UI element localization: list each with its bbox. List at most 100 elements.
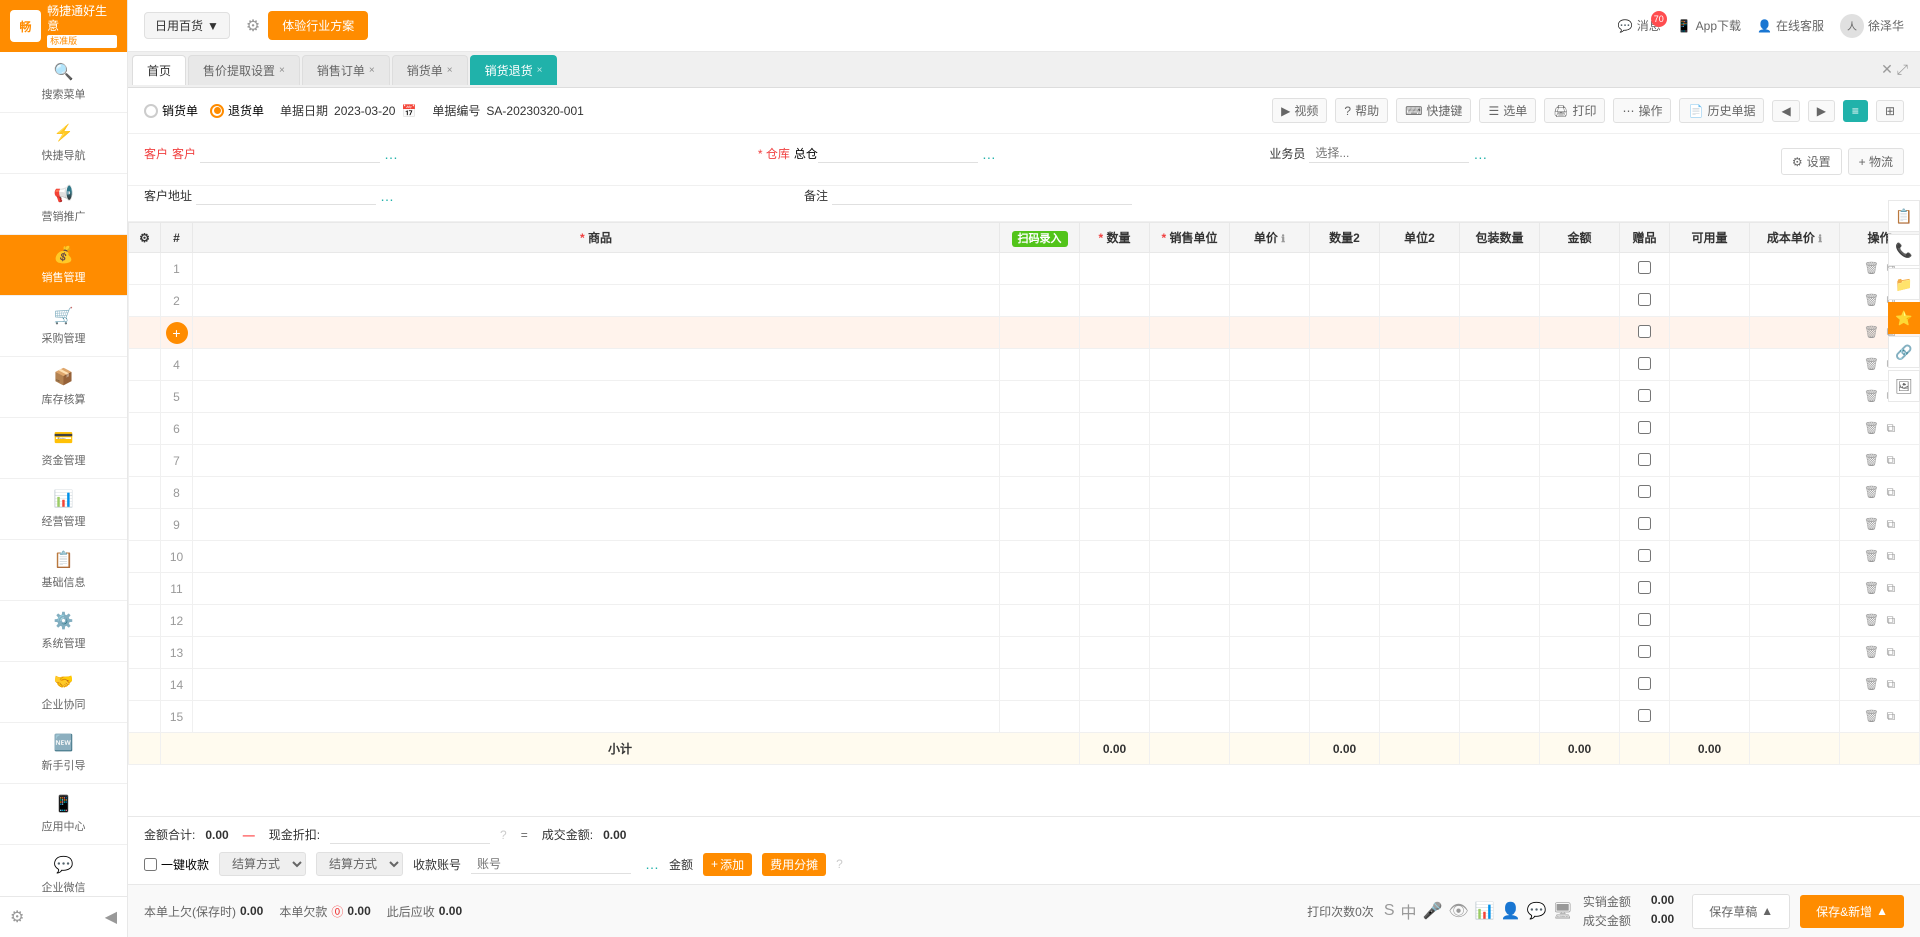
row-unit-8[interactable]	[1150, 477, 1230, 509]
row-pack-9[interactable]	[1460, 509, 1540, 541]
row-pack-11[interactable]	[1460, 573, 1540, 605]
row-avail-8[interactable]	[1670, 477, 1750, 509]
sidebar-item-guide[interactable]: 🆕新手引导	[0, 723, 127, 784]
calendar-icon[interactable]: 📅	[401, 104, 416, 118]
float-btn-6[interactable]: 🖼	[1888, 370, 1920, 402]
row-unit-1[interactable]	[1150, 253, 1230, 285]
float-btn-5[interactable]: 🔗	[1888, 336, 1920, 368]
row-qty-12[interactable]	[1080, 605, 1150, 637]
row-qty2-11[interactable]	[1310, 573, 1380, 605]
row-unit-5[interactable]	[1150, 381, 1230, 413]
row-goods-3[interactable]	[193, 317, 1000, 349]
one-click-payment-checkbox[interactable]	[144, 858, 157, 871]
gift-checkbox-5[interactable]	[1638, 389, 1651, 402]
row-pack-10[interactable]	[1460, 541, 1540, 573]
float-btn-3[interactable]: 📁	[1888, 268, 1920, 300]
customer-input[interactable]	[200, 144, 380, 163]
row-goods-10[interactable]	[193, 541, 1000, 573]
row-gift-13[interactable]	[1620, 637, 1670, 669]
tab-sales-return[interactable]: 销货退货×	[470, 55, 558, 85]
row-goods-7[interactable]	[193, 445, 1000, 477]
row-price-7[interactable]	[1230, 445, 1310, 477]
row-amount-11[interactable]	[1540, 573, 1620, 605]
row-qty2-4[interactable]	[1310, 349, 1380, 381]
row-price-2[interactable]	[1230, 285, 1310, 317]
address-more-btn[interactable]: …	[380, 188, 394, 204]
row-gift-14[interactable]	[1620, 669, 1670, 701]
row-unit2-3[interactable]	[1380, 317, 1460, 349]
row-unit2-12[interactable]	[1380, 605, 1460, 637]
row-gift-11[interactable]	[1620, 573, 1670, 605]
cost-info-icon[interactable]: ℹ	[1818, 234, 1822, 245]
delete-icon-14[interactable]: 🗑	[1864, 677, 1879, 691]
save-new-button[interactable]: 保存&新增 ▲	[1800, 895, 1904, 928]
row-avail-12[interactable]	[1670, 605, 1750, 637]
row-avail-14[interactable]	[1670, 669, 1750, 701]
settlement-select[interactable]: 结算方式	[219, 852, 306, 876]
row-qty2-5[interactable]	[1310, 381, 1380, 413]
daily-select[interactable]: 日用百货 ▼	[144, 12, 230, 39]
delete-icon-2[interactable]: 🗑	[1864, 293, 1879, 307]
row-qty-7[interactable]	[1080, 445, 1150, 477]
copy-icon-8[interactable]: ⧉	[1887, 485, 1896, 499]
sidebar-item-system[interactable]: ⚙️系统管理	[0, 601, 127, 662]
tab-close-price-settings[interactable]: ×	[279, 65, 285, 76]
row-goods-11[interactable]	[193, 573, 1000, 605]
row-unit-4[interactable]	[1150, 349, 1230, 381]
tab-close-all-icon[interactable]: ✕	[1881, 61, 1893, 78]
gift-checkbox-8[interactable]	[1638, 485, 1651, 498]
row-qty2-9[interactable]	[1310, 509, 1380, 541]
row-avail-1[interactable]	[1670, 253, 1750, 285]
copy-icon-7[interactable]: ⧉	[1887, 453, 1896, 467]
tab-sales-order[interactable]: 销售订单×	[302, 55, 390, 85]
row-unit2-8[interactable]	[1380, 477, 1460, 509]
row-qty-10[interactable]	[1080, 541, 1150, 573]
row-goods-15[interactable]	[193, 701, 1000, 733]
print-btn[interactable]: 🖨 打印	[1544, 98, 1605, 123]
delete-icon-1[interactable]: 🗑	[1864, 261, 1879, 275]
delete-icon-11[interactable]: 🗑	[1864, 581, 1879, 595]
row-price-14[interactable]	[1230, 669, 1310, 701]
row-amount-10[interactable]	[1540, 541, 1620, 573]
discount-help-icon[interactable]: ?	[500, 828, 507, 842]
salesman-more-btn[interactable]: …	[1473, 146, 1487, 162]
sidebar-item-purchase[interactable]: 🛒采购管理	[0, 296, 127, 357]
tab-sales[interactable]: 销货单×	[392, 55, 468, 85]
copy-icon-9[interactable]: ⧉	[1887, 517, 1896, 531]
row-goods-12[interactable]	[193, 605, 1000, 637]
row-goods-4[interactable]	[193, 349, 1000, 381]
row-gift-7[interactable]	[1620, 445, 1670, 477]
row-cost-4[interactable]	[1750, 349, 1840, 381]
row-unit2-11[interactable]	[1380, 573, 1460, 605]
row-gift-10[interactable]	[1620, 541, 1670, 573]
tab-close-sales-return[interactable]: ×	[537, 65, 543, 76]
row-qty-4[interactable]	[1080, 349, 1150, 381]
copy-icon-6[interactable]: ⧉	[1887, 421, 1896, 435]
row-unit2-14[interactable]	[1380, 669, 1460, 701]
settings-button[interactable]: ⚙ 设置	[1781, 148, 1842, 175]
calc-method-select[interactable]: 结算方式	[316, 852, 403, 876]
row-cost-9[interactable]	[1750, 509, 1840, 541]
copy-icon-12[interactable]: ⧉	[1887, 613, 1896, 627]
row-goods-6[interactable]	[193, 413, 1000, 445]
radio-return[interactable]: 退货单	[210, 102, 264, 119]
logistics-button[interactable]: + 物流	[1848, 148, 1904, 175]
row-unit2-4[interactable]	[1380, 349, 1460, 381]
delete-icon-3[interactable]: 🗑	[1864, 325, 1879, 339]
row-gift-8[interactable]	[1620, 477, 1670, 509]
row-cost-15[interactable]	[1750, 701, 1840, 733]
row-price-13[interactable]	[1230, 637, 1310, 669]
row-price-5[interactable]	[1230, 381, 1310, 413]
col-header-scan[interactable]: 扫码录入	[1000, 223, 1080, 253]
sidebar-settings-icon[interactable]: ⚙	[10, 907, 24, 927]
row-price-6[interactable]	[1230, 413, 1310, 445]
row-cost-7[interactable]	[1750, 445, 1840, 477]
tab-home[interactable]: 首页	[132, 55, 186, 85]
row-qty2-6[interactable]	[1310, 413, 1380, 445]
tool-icon-1[interactable]: 中	[1400, 899, 1416, 923]
sidebar-item-operations[interactable]: 📊经营管理	[0, 479, 127, 540]
row-pack-3[interactable]	[1460, 317, 1540, 349]
row-unit2-15[interactable]	[1380, 701, 1460, 733]
row-gift-3[interactable]	[1620, 317, 1670, 349]
row-goods-5[interactable]	[193, 381, 1000, 413]
